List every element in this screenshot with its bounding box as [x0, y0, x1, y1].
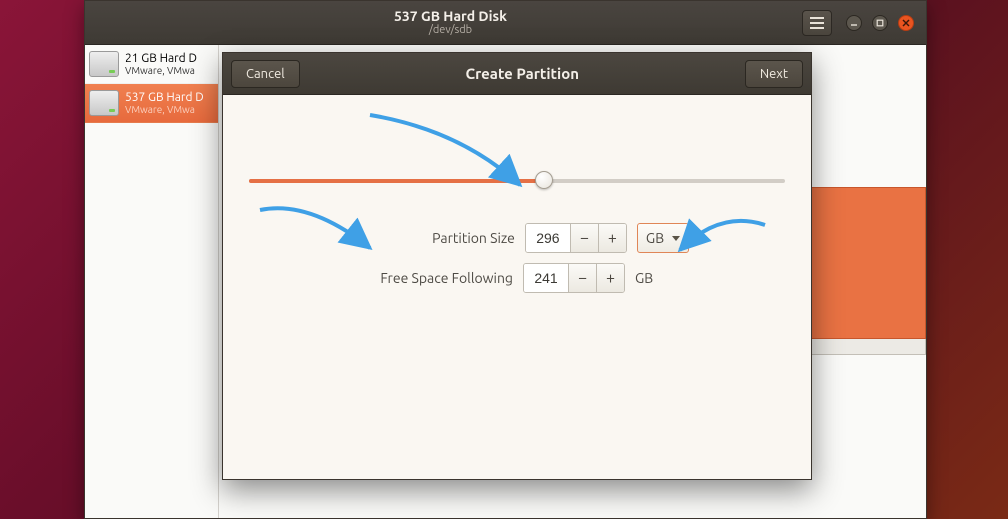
disk-sidebar: 21 GB Hard D VMware, VMwa 537 GB Hard D …	[85, 45, 219, 518]
decrement-button[interactable]: −	[570, 224, 598, 252]
decrement-button[interactable]: −	[568, 264, 596, 292]
free-space-label: Free Space Following	[343, 270, 513, 286]
disk-item[interactable]: 21 GB Hard D VMware, VMwa	[85, 45, 218, 84]
increment-button[interactable]: +	[596, 264, 624, 292]
unit-select-value: GB	[646, 230, 664, 246]
free-space-value[interactable]	[524, 264, 568, 292]
window-subtitle: /dev/sdb	[99, 24, 802, 37]
next-button[interactable]: Next	[745, 60, 803, 88]
disk-title: 21 GB Hard D	[125, 52, 197, 65]
chevron-down-icon	[672, 236, 680, 241]
disk-item-selected[interactable]: 537 GB Hard D VMware, VMwa	[85, 84, 218, 123]
partition-size-label: Partition Size	[345, 230, 515, 246]
slider-thumb[interactable]	[535, 171, 553, 189]
increment-button[interactable]: +	[598, 224, 626, 252]
dialog-header: Cancel Create Partition Next	[223, 53, 811, 95]
window-titlebar: 537 GB Hard Disk /dev/sdb	[85, 1, 926, 45]
create-partition-dialog: Cancel Create Partition Next Partition S…	[222, 52, 812, 480]
cancel-button[interactable]: Cancel	[231, 60, 300, 88]
dialog-title: Create Partition	[466, 65, 579, 82]
hdd-icon	[89, 51, 119, 77]
slider-fill	[249, 179, 544, 183]
hdd-icon	[89, 90, 119, 116]
disk-subtitle: VMware, VMwa	[125, 104, 204, 115]
partition-size-input[interactable]: − +	[525, 223, 627, 253]
free-space-input[interactable]: − +	[523, 263, 625, 293]
disk-subtitle: VMware, VMwa	[125, 65, 197, 76]
window-title: 537 GB Hard Disk	[99, 8, 802, 24]
free-space-row: Free Space Following − + GB	[249, 263, 785, 293]
partition-size-value[interactable]	[526, 224, 570, 252]
partition-size-row: Partition Size − + GB	[249, 223, 785, 253]
close-icon[interactable]	[898, 15, 914, 31]
maximize-icon[interactable]	[872, 15, 888, 31]
minimize-icon[interactable]	[846, 15, 862, 31]
disk-title: 537 GB Hard D	[125, 91, 204, 104]
free-space-unit: GB	[635, 270, 691, 286]
unit-select[interactable]: GB	[637, 223, 689, 253]
size-slider[interactable]	[249, 151, 785, 211]
menu-button[interactable]	[802, 10, 832, 36]
